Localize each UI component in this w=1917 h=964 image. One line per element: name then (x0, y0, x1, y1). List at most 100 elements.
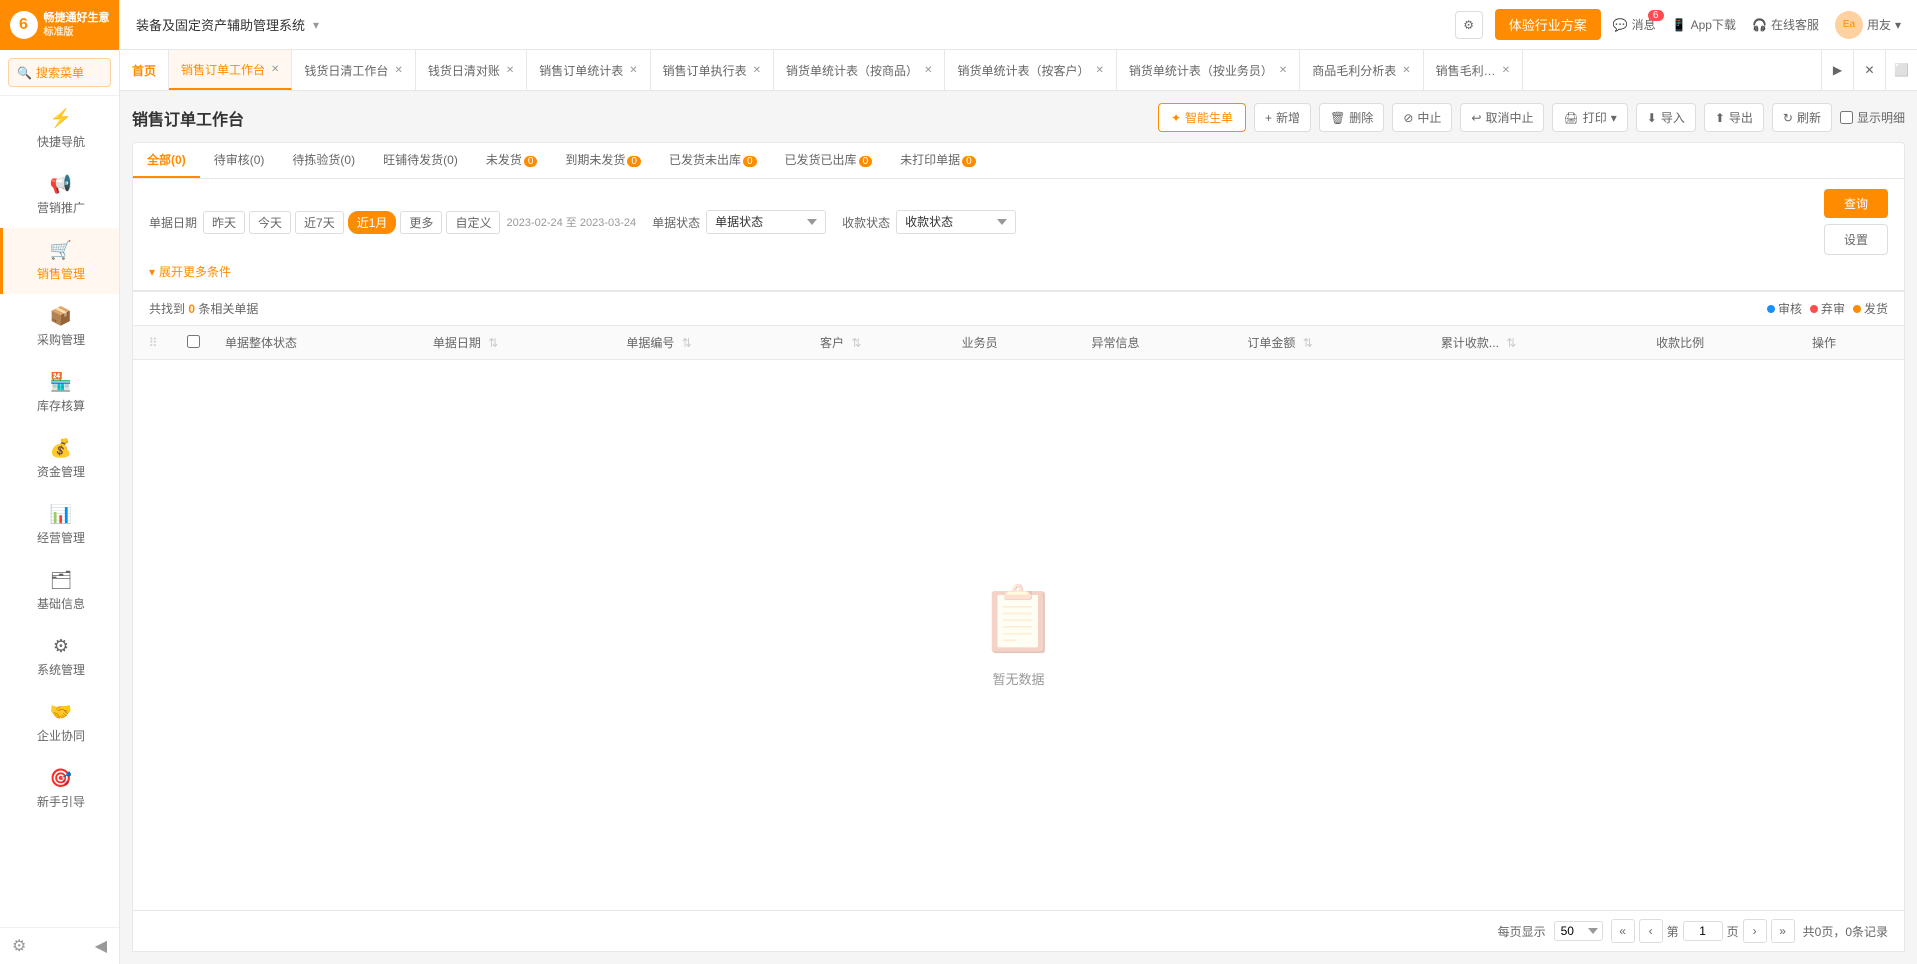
tab-sales-more[interactable]: 销售毛利… ✕ (1424, 50, 1523, 90)
table-col-date[interactable]: 单据日期 ⇅ (421, 326, 615, 360)
ai-generate-button[interactable]: ✦ 智能生单 (1158, 103, 1246, 132)
sidebar-item-sales[interactable]: 🛒 销售管理 (0, 228, 119, 294)
subtab-unprinted[interactable]: 未打印单据0 (886, 143, 990, 178)
online-service-button[interactable]: 🎧 在线客服 (1752, 16, 1819, 33)
sidebar-item-guide[interactable]: 🎯 新手引导 (0, 756, 119, 822)
subtab-all[interactable]: 全部(0) (133, 143, 200, 178)
subtab-pending-inspect[interactable]: 待拣验货(0) (278, 143, 369, 178)
subtab-pending-review[interactable]: 待审核(0) (200, 143, 279, 178)
filter-settings-button[interactable]: 设置 (1824, 224, 1888, 255)
date-btn-yesterday[interactable]: 昨天 (203, 211, 245, 234)
close-tab-sales-summary-product[interactable]: ✕ (924, 65, 932, 76)
close-tab-sales-more[interactable]: ✕ (1502, 65, 1510, 76)
tab-cash-reconcile[interactable]: 钱货日清对账 ✕ (416, 50, 527, 90)
refresh-button[interactable]: ↻ 刷新 (1772, 103, 1832, 132)
date-btn-custom[interactable]: 自定义 (446, 211, 500, 234)
sidebar-item-basic-info[interactable]: 🗂 基础信息 (0, 558, 119, 624)
sidebar-item-cooperation[interactable]: 🤝 企业协同 (0, 690, 119, 756)
status-select[interactable]: 单据状态 (706, 210, 826, 234)
date-btn-7days[interactable]: 近7天 (295, 211, 344, 234)
show-detail-checkbox-label[interactable]: 显示明细 (1840, 109, 1905, 126)
date-btn-today[interactable]: 今天 (249, 211, 291, 234)
table-col-checkbox[interactable] (173, 326, 213, 360)
sidebar-item-marketing[interactable]: 📢 营销推广 (0, 162, 119, 228)
table-col-operations: 操作 (1800, 326, 1904, 360)
close-tab-sales-execute[interactable]: ✕ (753, 65, 761, 76)
add-button[interactable]: + 新增 (1254, 103, 1311, 132)
close-tab-sales-summary-staff[interactable]: ✕ (1279, 65, 1287, 76)
tab-sales-summary-customer[interactable]: 销货单统计表（按客户） ✕ (945, 50, 1116, 90)
stop-button[interactable]: ⊘ 中止 (1392, 103, 1452, 132)
tab-product-gross[interactable]: 商品毛利分析表 ✕ (1300, 50, 1423, 90)
import-button[interactable]: ⬇ 导入 (1636, 103, 1696, 132)
app-download-button[interactable]: 📱 App下载 (1672, 16, 1736, 33)
prev-page-button[interactable]: ‹ (1639, 919, 1663, 943)
tab-sales-summary-product[interactable]: 销货单统计表（按商品） ✕ (774, 50, 945, 90)
search-menu-button[interactable]: 🔍 搜索菜单 (8, 58, 111, 87)
table-col-customer[interactable]: 客户 ⇅ (808, 326, 950, 360)
sidebar-item-finance[interactable]: 💰 资金管理 (0, 426, 119, 492)
subtab-unshipped[interactable]: 未发货0 (472, 143, 552, 178)
table-col-collected[interactable]: 累计收款... ⇅ (1429, 326, 1644, 360)
next-page-button[interactable]: › (1743, 919, 1767, 943)
close-tab-product-gross[interactable]: ✕ (1402, 65, 1410, 76)
tab-scroll-right[interactable]: ▶ (1821, 50, 1853, 90)
page-input[interactable] (1683, 921, 1723, 941)
close-tab-sales-summary-customer[interactable]: ✕ (1095, 65, 1103, 76)
tab-maximize[interactable]: ⬜ (1885, 50, 1917, 90)
collapse-icon[interactable]: ◀ (95, 936, 107, 956)
payment-select[interactable]: 收款状态 (896, 210, 1016, 234)
sidebar-item-inventory[interactable]: 🏪 库存核算 (0, 360, 119, 426)
sidebar-item-purchase[interactable]: 📦 采购管理 (0, 294, 119, 360)
ship-action-button[interactable]: 发货 (1853, 300, 1888, 317)
tab-sales-summary-staff[interactable]: 销货单统计表（按业务员） ✕ (1117, 50, 1300, 90)
close-tab-sales-stats[interactable]: ✕ (629, 65, 637, 76)
table-col-number[interactable]: 单据编号 ⇅ (614, 326, 808, 360)
close-tab-cash-reconcile[interactable]: ✕ (506, 65, 514, 76)
close-tab-cash-daily[interactable]: ✕ (394, 65, 402, 76)
sidebar-item-operations[interactable]: 📊 经营管理 (0, 492, 119, 558)
topbar-gear-button[interactable]: ⚙ (1455, 11, 1483, 39)
tab-sales-stats[interactable]: 销售订单统计表 ✕ (527, 50, 650, 90)
table-scroll-container[interactable]: ⠿ 单据整体状态 单据日期 ⇅ (133, 326, 1904, 360)
date-btn-1month[interactable]: 近1月 (348, 211, 397, 234)
system-title: 装备及固定资产辅助管理系统 ▾ (136, 15, 1443, 34)
cancel-review-action-button[interactable]: 弃审 (1810, 300, 1845, 317)
export-button[interactable]: ⬆ 导出 (1704, 103, 1764, 132)
expand-filter-button[interactable]: ▾ 展开更多条件 (149, 263, 1888, 280)
delete-button[interactable]: 🗑 删除 (1319, 103, 1384, 132)
sidebar-item-quick-nav[interactable]: ⚡ 快捷导航 (0, 96, 119, 162)
date-btn-more[interactable]: 更多 (400, 211, 442, 234)
print-button[interactable]: 🖨 打印 ▾ (1552, 103, 1627, 132)
subtab-shipped-not-out[interactable]: 已发货未出库0 (655, 143, 771, 178)
message-button[interactable]: 💬 消息 6 (1613, 16, 1656, 33)
tab-close-all[interactable]: ✕ (1853, 50, 1885, 90)
per-page-select[interactable]: 50 10 20 100 (1554, 921, 1603, 941)
show-detail-checkbox[interactable] (1840, 111, 1853, 124)
table-col-amount[interactable]: 订单金额 ⇅ (1235, 326, 1429, 360)
sidebar-item-system[interactable]: ⚙ 系统管理 (0, 624, 119, 690)
trial-button[interactable]: 体验行业方案 (1495, 9, 1601, 40)
settings-icon[interactable]: ⚙ (12, 936, 26, 956)
first-page-button[interactable]: « (1611, 919, 1635, 943)
subtab-shipped-out[interactable]: 已发货已出库0 (771, 143, 887, 178)
title-dropdown-icon[interactable]: ▾ (313, 18, 319, 32)
table-actions: 审核 弃审 发货 (1767, 300, 1888, 317)
cancel-review-dot (1810, 305, 1818, 313)
review-action-button[interactable]: 审核 (1767, 300, 1802, 317)
last-page-button[interactable]: » (1771, 919, 1795, 943)
cancel-stop-button[interactable]: ↩ 取消中止 (1460, 103, 1544, 132)
user-menu[interactable]: Ea 用友 ▾ (1835, 11, 1901, 39)
tab-sales-execute[interactable]: 销售订单执行表 ✕ (651, 50, 774, 90)
table-col-ratio: 收款比例 (1644, 326, 1800, 360)
tab-cash-daily[interactable]: 钱货日清工作台 ✕ (292, 50, 415, 90)
query-button[interactable]: 查询 (1824, 189, 1888, 218)
pagination-nav: « ‹ 第 页 › » (1611, 919, 1795, 943)
close-tab-sales-workbench[interactable]: ✕ (271, 64, 279, 75)
subtab-expired-unshipped[interactable]: 到期未发货0 (551, 143, 655, 178)
select-all-checkbox[interactable] (187, 335, 200, 348)
tab-sales-workbench[interactable]: 销售订单工作台 ✕ (169, 50, 292, 90)
export-icon: ⬆ (1715, 111, 1725, 125)
tab-home[interactable]: 首页 (120, 50, 169, 90)
subtab-wangpu-pending[interactable]: 旺铺待发货(0) (369, 143, 472, 178)
